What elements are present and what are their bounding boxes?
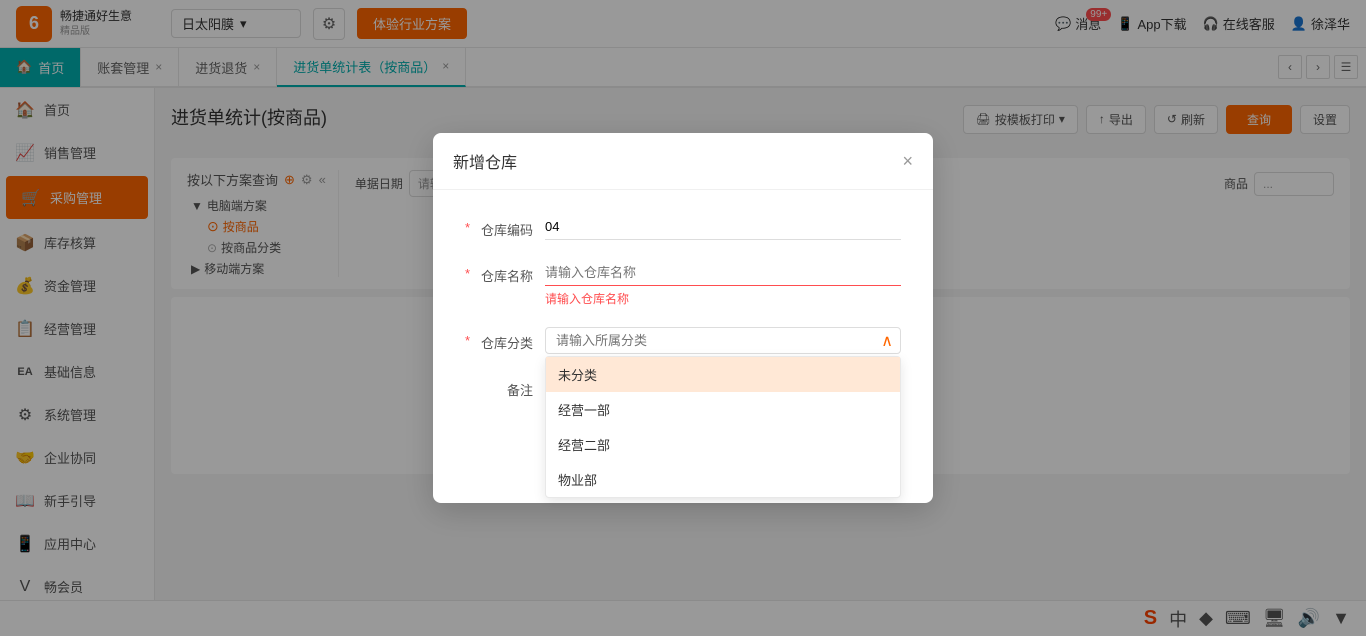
dropdown-item-ops2[interactable]: 经营二部	[546, 427, 900, 462]
category-dropdown: 未分类 经营一部 经营二部 物业部	[545, 356, 901, 498]
category-label: 仓库分类	[465, 327, 545, 352]
dropdown-item-property[interactable]: 物业部	[546, 462, 900, 497]
warehouse-code-input[interactable]	[545, 214, 901, 240]
code-label: 仓库编码	[465, 214, 545, 239]
name-field-row: 仓库名称 请输入仓库名称	[465, 260, 901, 307]
modal-header: 新增仓库 ×	[433, 133, 933, 190]
dropdown-item-uncategorized[interactable]: 未分类	[546, 357, 900, 392]
remark-label: 备注	[465, 374, 545, 399]
new-warehouse-modal: 新增仓库 × 仓库编码 仓库名称 请输入仓库名称 仓库分类	[433, 133, 933, 503]
code-field-row: 仓库编码	[465, 214, 901, 240]
warehouse-name-input[interactable]	[545, 260, 901, 286]
name-field-wrapper: 请输入仓库名称	[545, 260, 901, 307]
category-select-wrapper: ∧ 未分类 经营一部 经营二部 物业部	[545, 327, 901, 354]
name-error-msg: 请输入仓库名称	[545, 290, 901, 307]
dropdown-item-ops1[interactable]: 经营一部	[546, 392, 900, 427]
modal-title: 新增仓库	[453, 149, 517, 173]
code-field-wrapper	[545, 214, 901, 240]
modal-overlay: 新增仓库 × 仓库编码 仓库名称 请输入仓库名称 仓库分类	[0, 0, 1366, 636]
modal-body: 仓库编码 仓库名称 请输入仓库名称 仓库分类 ∧	[433, 190, 933, 436]
name-label: 仓库名称	[465, 260, 545, 285]
category-field-row: 仓库分类 ∧ 未分类 经营一部 经营二部 物业部	[465, 327, 901, 354]
category-input[interactable]	[545, 327, 901, 354]
modal-close-button[interactable]: ×	[902, 151, 913, 172]
